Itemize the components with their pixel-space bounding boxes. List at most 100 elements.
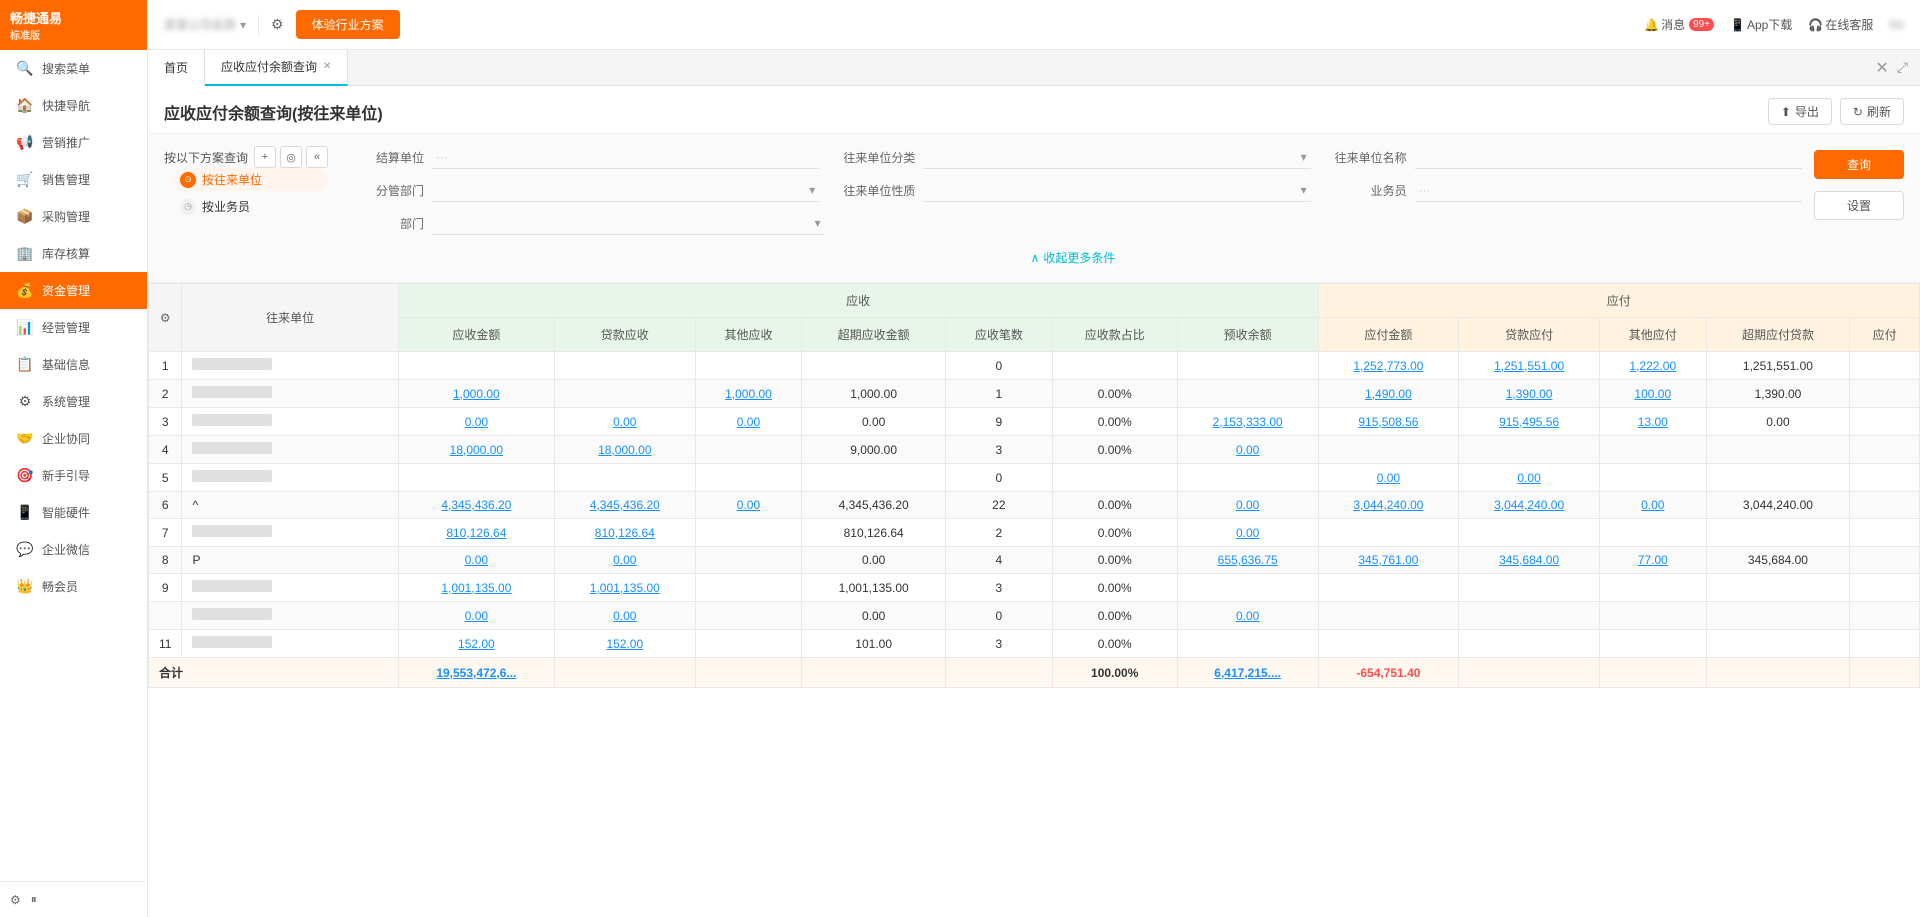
sidebar-item-system[interactable]: ⚙ 系统管理: [0, 383, 147, 420]
company-selector[interactable]: 某某公司名称 ▾: [164, 16, 246, 33]
salesman-dots: ···: [1415, 179, 1802, 202]
tab-home-label: 首页: [164, 59, 188, 76]
tab-close-icon[interactable]: ✕: [323, 61, 331, 72]
collapse-icon[interactable]: ⏸: [31, 892, 37, 907]
sidebar-item-purchase[interactable]: 📦 采购管理: [0, 198, 147, 235]
notifications-btn[interactable]: 🔔 消息 99+: [1644, 16, 1714, 33]
filter-nav-by-partner[interactable]: ⊙ 按往来单位: [172, 168, 328, 191]
settings-gear-icon[interactable]: ⚙: [271, 16, 284, 33]
settings-icon[interactable]: ⚙: [10, 893, 21, 907]
page-content: 应收应付余额查询(按往来单位) ⬆ 导出 ↻ 刷新: [148, 86, 1920, 917]
filter-field-partner-type: 往来单位分类 ▾: [835, 146, 1310, 169]
filter-fields: 结算单位 ··· 往来单位分类 ▾ 往来: [344, 146, 1802, 270]
table-row: 0.000.000.0000.00%0.00: [149, 602, 1920, 630]
table-row: 91,001,135.001,001,135.001,001,135.0030.…: [149, 574, 1920, 602]
tab-bar: 首页 应收应付余额查询 ✕ ✕ ⤢: [148, 50, 1920, 86]
sidebar-item-finance[interactable]: 💰 资金管理: [0, 272, 147, 309]
sidebar-item-operations[interactable]: 📊 经营管理: [0, 309, 147, 346]
filter-scheme-actions: + ◎ «: [254, 146, 328, 168]
export-button[interactable]: ⬆ 导出: [1768, 98, 1832, 125]
sidebar-item-label: 基础信息: [42, 356, 90, 373]
footer-rec-loan: [554, 658, 695, 688]
app-edition: 标准版: [10, 27, 62, 42]
th-rec-overdue: 超期应收金额: [802, 318, 946, 352]
salesman-label: 业务员: [1327, 182, 1407, 199]
table-container: ⚙ 往来单位 应收 应付 应收金额 贷款应收 其他应收 超期应收金额 应收笔数: [148, 283, 1920, 688]
basic-info-icon: 📋: [16, 356, 34, 373]
footer-rec-amount[interactable]: 19,553,472,6...: [398, 658, 554, 688]
sidebar-item-label: 搜索菜单: [42, 60, 90, 77]
data-table: ⚙ 往来单位 应收 应付 应收金额 贷款应收 其他应收 超期应收金额 应收笔数: [148, 283, 1920, 688]
setting-button[interactable]: 设置: [1814, 191, 1904, 220]
hardware-icon: 📱: [16, 504, 34, 521]
sidebar-item-label: 系统管理: [42, 393, 90, 410]
promo-button[interactable]: 体验行业方案: [296, 10, 400, 39]
filter-fields-area: 结算单位 ··· 往来单位分类 ▾ 往来: [344, 146, 1904, 270]
table-row: 21,000.001,000.001,000.0010.00%1,490.001…: [149, 380, 1920, 408]
sidebar-item-label: 智能硬件: [42, 504, 90, 521]
table-row: 7810,126.64810,126.64810,126.6420.00%0.0…: [149, 519, 1920, 547]
enterprise-icon: 🤝: [16, 430, 34, 447]
table-row: 30.000.000.000.0090.00%2,153,333.00915,5…: [149, 408, 1920, 436]
collapse-button[interactable]: ∧ 收起更多条件: [344, 245, 1802, 270]
filter-field-salesman: 业务员 ···: [1327, 179, 1802, 202]
dept-select[interactable]: ▾: [432, 179, 819, 202]
app-name: 畅捷通易: [10, 8, 62, 27]
online-service-btn[interactable]: 🎧 在线客服: [1808, 16, 1873, 33]
filter-area: 按以下方案查询 + ◎ « ⊙ 按往来单位: [148, 134, 1920, 283]
notification-badge: 99+: [1689, 18, 1714, 31]
filter-row-1: 结算单位 ··· 往来单位分类 ▾ 往来: [344, 146, 1802, 169]
maximize-window-icon[interactable]: ⤢: [1897, 59, 1908, 76]
window-controls: ✕ ⤢: [1875, 58, 1920, 78]
refresh-icon: ↻: [1853, 105, 1863, 119]
partner-name-input[interactable]: [1415, 146, 1802, 169]
table-settings-icon[interactable]: ⚙: [160, 311, 171, 325]
footer-rec-ratio: 100.00%: [1052, 658, 1177, 688]
query-button[interactable]: 查询: [1814, 150, 1904, 179]
add-scheme-button[interactable]: +: [254, 146, 276, 168]
partner-nature-label: 往来单位性质: [835, 182, 915, 199]
app-download-btn[interactable]: 📱 App下载: [1730, 16, 1792, 33]
sidebar-item-sales[interactable]: 🛒 销售管理: [0, 161, 147, 198]
footer-pay-tail: [1850, 658, 1920, 688]
wecom-icon: 💬: [16, 541, 34, 558]
nav-scheme-button[interactable]: «: [306, 146, 328, 168]
refresh-button[interactable]: ↻ 刷新: [1840, 98, 1904, 125]
th-rec-other: 其他应收: [695, 318, 802, 352]
tab-home[interactable]: 首页: [148, 50, 205, 86]
sidebar-item-enterprise[interactable]: 🤝 企业协同: [0, 420, 147, 457]
division-select[interactable]: ▾: [432, 212, 825, 235]
sidebar-item-member[interactable]: 👑 畅会员: [0, 568, 147, 605]
sidebar-item-inventory[interactable]: 🏢 库存核算: [0, 235, 147, 272]
close-window-icon[interactable]: ✕: [1875, 58, 1888, 78]
sidebar-item-wecom[interactable]: 💬 企业微信: [0, 531, 147, 568]
partner-type-select[interactable]: ▾: [923, 146, 1310, 169]
sidebar-item-quicknav[interactable]: 🏠 快捷导航: [0, 87, 147, 124]
sidebar-item-search[interactable]: 🔍 搜索菜单: [0, 50, 147, 87]
th-rec-amount: 应收金额: [398, 318, 554, 352]
filter-nav-by-salesman[interactable]: ◷ 按业务员: [172, 195, 328, 218]
filter-row-2: 分管部门 ▾ 往来单位性质 ▾: [344, 179, 1802, 202]
user-avatar[interactable]: Rit: [1889, 18, 1904, 32]
page-title: 应收应付余额查询(按往来单位): [164, 100, 383, 124]
sidebar-item-guide[interactable]: 🎯 新手引导: [0, 457, 147, 494]
sidebar: 畅捷通易 标准版 🔍 搜索菜单 🏠 快捷导航 📢 营销推广 🛒 销售管理 📦 采…: [0, 0, 148, 917]
tab-receivable-query[interactable]: 应收应付余额查询 ✕: [205, 50, 348, 86]
sidebar-item-hardware[interactable]: 📱 智能硬件: [0, 494, 147, 531]
th-group-payable: 应付: [1318, 284, 1919, 318]
th-group-receivable: 应收: [398, 284, 1318, 318]
settlement-dots: ···: [432, 146, 819, 169]
partner-nature-select[interactable]: ▾: [923, 179, 1310, 202]
filter-scheme-panel: 按以下方案查询 + ◎ « ⊙ 按往来单位: [164, 146, 344, 270]
topbar-divider: [258, 15, 259, 35]
footer-pay-amount: -654,751.40: [1318, 658, 1459, 688]
marketing-icon: 📢: [16, 134, 34, 151]
sidebar-item-marketing[interactable]: 📢 营销推广: [0, 124, 147, 161]
footer-pay-overdue: [1706, 658, 1850, 688]
chevron-down-icon-3: ▾: [1301, 183, 1307, 197]
footer-pre-rec[interactable]: 6,417,215....: [1177, 658, 1318, 688]
edit-scheme-button[interactable]: ◎: [280, 146, 302, 168]
company-name: 某某公司名称: [164, 16, 236, 33]
sidebar-item-basic-info[interactable]: 📋 基础信息: [0, 346, 147, 383]
home-icon: 🏠: [16, 97, 34, 114]
